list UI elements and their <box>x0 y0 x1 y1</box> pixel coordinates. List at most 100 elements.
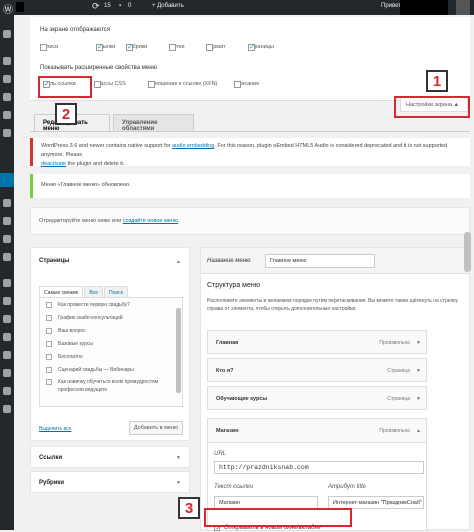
new-count[interactable]: 0 <box>128 3 131 9</box>
checkbox[interactable] <box>46 314 52 321</box>
media-icon[interactable] <box>3 75 11 83</box>
menu-item-header[interactable]: Магазин Произвольно ▲ <box>208 419 426 443</box>
tab-manage-locations[interactable]: Управление областями <box>113 114 194 132</box>
page-label: Как провести первую свадьбу? <box>58 301 130 308</box>
menu-item-title: Кто я? <box>216 368 234 374</box>
list-item[interactable]: Бесплатно <box>40 350 182 363</box>
links-box[interactable]: Ссылки ▼ <box>30 446 190 468</box>
checkbox[interactable] <box>206 43 213 51</box>
list-item[interactable]: Как новичку обучиться всем премудростям … <box>40 376 182 396</box>
checkbox-checked[interactable]: ✓ <box>126 43 133 51</box>
expand-arrow-icon[interactable]: ▼ <box>176 455 181 461</box>
categories-box[interactable]: Рубрики ▼ <box>30 471 190 493</box>
show-option-format[interactable]: Формат <box>206 43 226 51</box>
checkbox[interactable] <box>169 43 176 51</box>
collapse-arrow-icon[interactable]: ▲ <box>416 428 421 434</box>
collapse-icon[interactable] <box>3 405 11 413</box>
greeting[interactable]: Привет, <box>381 3 402 9</box>
avatar[interactable] <box>456 0 470 15</box>
comments-count[interactable]: 15 <box>104 3 111 9</box>
checkbox[interactable] <box>94 80 101 88</box>
url-input[interactable]: http://prazdniksnab.com <box>214 461 424 474</box>
comments-menu-icon[interactable] <box>3 129 11 137</box>
tools-icon[interactable] <box>3 235 11 243</box>
advanced-option-css-classes[interactable]: Классы CSS <box>94 80 126 88</box>
settings-icon[interactable] <box>3 253 11 261</box>
show-option-tags[interactable]: Метки <box>169 43 185 51</box>
advanced-properties-heading: Показывать расширенные свойства меню <box>40 65 158 71</box>
list-item[interactable]: Ваш вопрос <box>40 324 182 337</box>
add-new-button[interactable]: + Добавить <box>152 3 184 9</box>
plugin-arrow-icon[interactable] <box>3 387 11 395</box>
checkbox-checked[interactable]: ✓ <box>96 43 103 51</box>
audio-embedding-link[interactable]: audio embedding <box>172 143 214 149</box>
plugin-gear-icon[interactable] <box>3 351 11 359</box>
checkbox[interactable] <box>234 80 241 88</box>
menu-item[interactable]: Кто я? Страница ▼ <box>207 358 427 382</box>
plugin-s-icon[interactable] <box>3 333 11 341</box>
admin-bar: Ⓦ ⟳ 15 ▪ 0 + Добавить Привет, <box>0 0 474 16</box>
expand-arrow-icon[interactable]: ▼ <box>416 368 421 374</box>
checkbox[interactable] <box>46 340 52 347</box>
menu-item[interactable]: Главная Произвольно ▼ <box>207 330 427 354</box>
show-option-pages[interactable]: ✓ Страницы <box>248 43 274 51</box>
page-scrollbar[interactable] <box>464 232 471 272</box>
show-option-posts[interactable]: Записи <box>40 43 58 51</box>
menu-item-type: Страница <box>387 368 410 374</box>
plugin-v-icon[interactable] <box>3 315 11 323</box>
plugin-g-icon[interactable] <box>3 297 11 305</box>
menu-item-title: Магазин <box>216 428 239 434</box>
categories-box-title[interactable]: Рубрики <box>31 472 189 494</box>
checkbox[interactable] <box>46 353 52 360</box>
deactivate-link[interactable]: deactivate <box>41 161 66 167</box>
plugins-icon[interactable] <box>3 199 11 207</box>
menu-structure-title: Структура меню <box>207 282 260 289</box>
checkbox[interactable] <box>46 301 52 308</box>
menu-name-input[interactable]: Главное меню <box>265 254 375 268</box>
collapse-arrow-icon[interactable]: ▲ <box>176 259 181 265</box>
plugin-b-icon[interactable] <box>3 279 11 287</box>
expand-arrow-icon[interactable]: ▼ <box>176 480 181 486</box>
wordpress-logo-icon[interactable]: Ⓦ <box>3 1 13 16</box>
checkbox[interactable] <box>46 379 52 385</box>
appearance-icon[interactable] <box>0 173 14 187</box>
notice-text: WordPress 3.6 and newer contains native … <box>41 143 171 149</box>
menu-updated-notice: Меню «Главное меню» обновлено. <box>30 174 470 198</box>
comments-icon[interactable]: ▪ <box>119 3 121 9</box>
checkbox[interactable] <box>40 43 47 51</box>
checkbox-checked[interactable]: ✓ <box>248 43 255 51</box>
callout-badge-1: 1 <box>426 70 448 92</box>
pages-box: Страницы ▲ Самые свежие Все Поиск Как пр… <box>30 247 190 441</box>
users-icon[interactable] <box>3 217 11 225</box>
advanced-option-xfn[interactable]: Отношение к ссылке (XFN) <box>148 80 217 88</box>
checkbox[interactable] <box>46 366 52 373</box>
list-scrollbar[interactable] <box>176 308 181 393</box>
list-item[interactable]: Как провести первую свадьбу? <box>40 298 182 311</box>
menu-item[interactable]: Обучающие курсы Страница ▼ <box>207 386 427 410</box>
updates-icon[interactable]: ⟳ <box>92 1 100 12</box>
manage-text: Отредактируйте меню ниже или <box>39 218 122 224</box>
select-all-link[interactable]: Выделить все <box>39 426 71 432</box>
list-item[interactable]: Сценарий свадьбы — Вебинары <box>40 363 182 376</box>
expand-arrow-icon[interactable]: ▼ <box>416 396 421 402</box>
tab-divider <box>30 131 470 132</box>
advanced-option-description[interactable]: Описание <box>234 80 259 88</box>
create-new-menu-link[interactable]: создайте новое меню <box>123 218 178 224</box>
pages-icon[interactable] <box>3 111 11 119</box>
show-option-links[interactable]: ✓ Ссылки <box>96 43 115 51</box>
add-to-menu-button[interactable]: Добавить в меню <box>129 421 183 435</box>
list-item[interactable]: График скайп-консультаций <box>40 311 182 324</box>
links-icon[interactable] <box>3 93 11 101</box>
checkbox[interactable] <box>46 327 52 334</box>
pages-box-title[interactable]: Страницы <box>31 248 189 272</box>
list-item[interactable]: Базовые курсы <box>40 337 182 350</box>
expand-arrow-icon[interactable]: ▼ <box>416 340 421 346</box>
callout-badge-3: 3 <box>178 497 200 519</box>
dashboard-icon[interactable] <box>3 30 11 38</box>
posts-icon[interactable] <box>3 57 11 65</box>
show-option-categories[interactable]: ✓ Рубрики <box>126 43 147 51</box>
checkbox[interactable] <box>148 80 155 88</box>
links-box-title[interactable]: Ссылки <box>31 447 189 469</box>
plugin-diamond-icon[interactable] <box>3 369 11 377</box>
redacted-site-name <box>16 2 24 12</box>
